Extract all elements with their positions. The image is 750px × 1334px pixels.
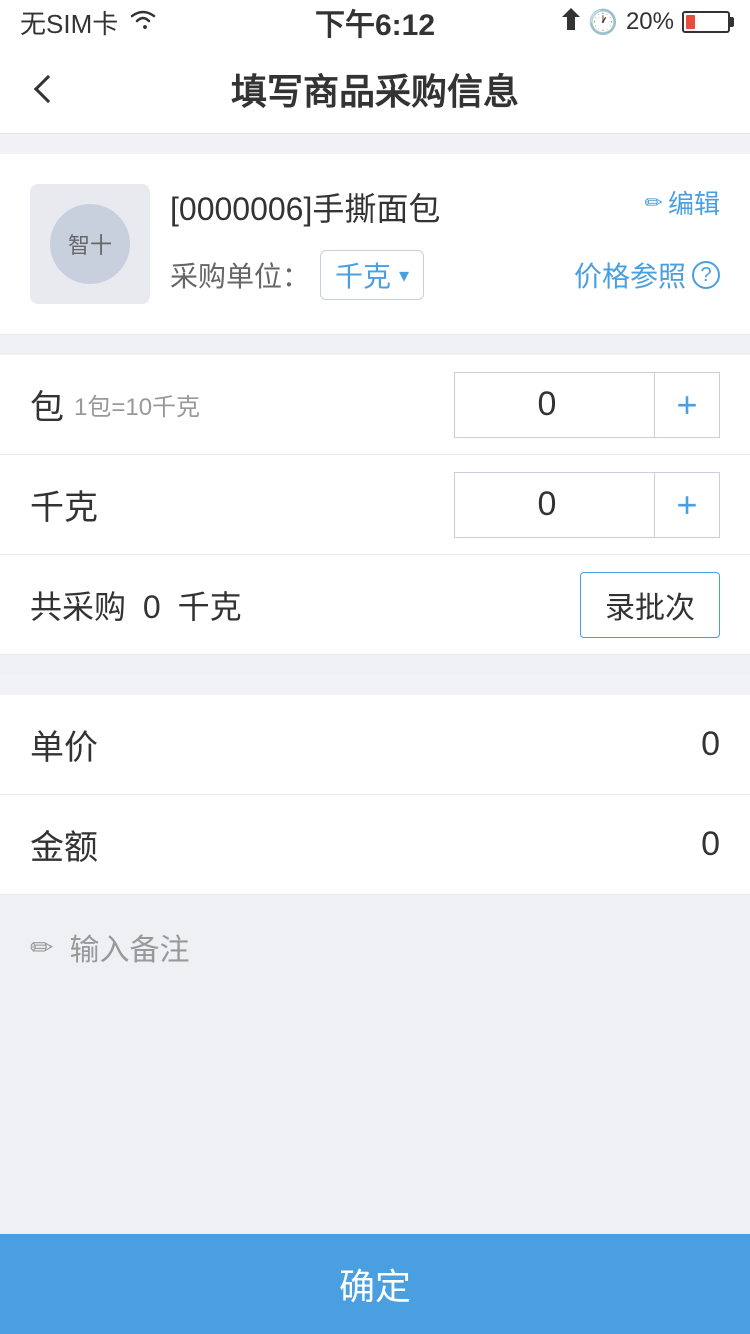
quantity-section: 包 1包=10千克 + 千克 + 共采购 0 千克 录批次 (0, 355, 750, 655)
product-unit-row: 采购单位： 千克 ▾ 价格参照 ? (170, 250, 720, 300)
back-arrow-icon (33, 74, 61, 102)
price-section: 单价 0 金额 0 (0, 695, 750, 895)
price-ref-label: 价格参照 (574, 255, 686, 295)
kg-input-row: 千克 + (0, 455, 750, 555)
info-icon[interactable]: ? (692, 261, 720, 289)
section-divider-2 (0, 655, 750, 675)
status-right: 🕐 20% (562, 8, 730, 37)
nav-bar: 填写商品采购信息 (0, 44, 750, 134)
page-title: 填写商品采购信息 (231, 63, 519, 115)
bag-input-control: + (454, 372, 720, 438)
alarm-icon: 🕐 (588, 8, 618, 37)
amount-label: 金额 (30, 820, 98, 869)
note-placeholder: 输入备注 (69, 925, 189, 969)
price-reference-button[interactable]: 价格参照 ? (574, 255, 720, 295)
summary-text: 共采购 0 千克 (30, 582, 242, 628)
amount-value: 0 (701, 825, 720, 864)
confirm-button[interactable]: 确定 (0, 1234, 750, 1334)
batch-button[interactable]: 录批次 (580, 572, 720, 638)
product-name: [0000006]手撕面包 (170, 184, 645, 230)
amount-row: 金额 0 (0, 795, 750, 895)
summary-label: 共采购 (30, 589, 126, 625)
kg-quantity-input[interactable] (454, 472, 654, 538)
summary-value: 0 (143, 589, 161, 625)
unit-price-value: 0 (701, 725, 720, 764)
bag-label: 包 (30, 380, 64, 429)
unit-select[interactable]: 千克 ▾ (320, 250, 424, 300)
confirm-button-label: 确定 (339, 1258, 411, 1310)
summary-row: 共采购 0 千克 录批次 (0, 555, 750, 655)
edit-button[interactable]: ✏ 编辑 (645, 184, 720, 221)
back-button[interactable] (0, 44, 80, 134)
unit-value: 千克 (335, 255, 391, 295)
unit-price-row: 单价 0 (0, 695, 750, 795)
kg-plus-button[interactable]: + (654, 472, 720, 538)
product-card: 智十 [0000006]手撕面包 ✏ 编辑 采购单位： 千克 ▾ 价格参照 ? (0, 154, 750, 335)
bag-quantity-input[interactable] (454, 372, 654, 438)
dropdown-arrow-icon: ▾ (399, 263, 409, 288)
battery-icon (682, 11, 730, 33)
bag-input-row: 包 1包=10千克 + (0, 355, 750, 455)
edit-label: 编辑 (668, 184, 720, 221)
wifi-icon (128, 7, 158, 38)
location-icon (562, 8, 580, 37)
edit-icon: ✏ (645, 190, 663, 216)
logo-text: 智十 (68, 228, 112, 260)
section-divider-1 (0, 335, 750, 355)
product-logo: 智十 (50, 204, 130, 284)
unit-label: 采购单位： (170, 255, 310, 295)
kg-label: 千克 (30, 480, 98, 529)
note-section[interactable]: ✏ 输入备注 (0, 895, 750, 999)
kg-input-control: + (454, 472, 720, 538)
summary-unit: 千克 (178, 589, 242, 625)
product-header: [0000006]手撕面包 ✏ 编辑 (170, 184, 720, 230)
pencil-icon: ✏ (30, 931, 53, 964)
product-info: [0000006]手撕面包 ✏ 编辑 采购单位： 千克 ▾ 价格参照 ? (170, 184, 720, 300)
product-image: 智十 (30, 184, 150, 304)
status-time: 下午6:12 (315, 0, 435, 44)
bag-sublabel: 1包=10千克 (74, 387, 200, 422)
status-bar: 无SIM卡 下午6:12 🕐 20% (0, 0, 750, 44)
unit-price-label: 单价 (30, 720, 98, 769)
status-left: 无SIM卡 (20, 4, 158, 41)
bag-plus-button[interactable]: + (654, 372, 720, 438)
battery-percent: 20% (626, 8, 674, 36)
carrier-text: 无SIM卡 (20, 4, 118, 41)
